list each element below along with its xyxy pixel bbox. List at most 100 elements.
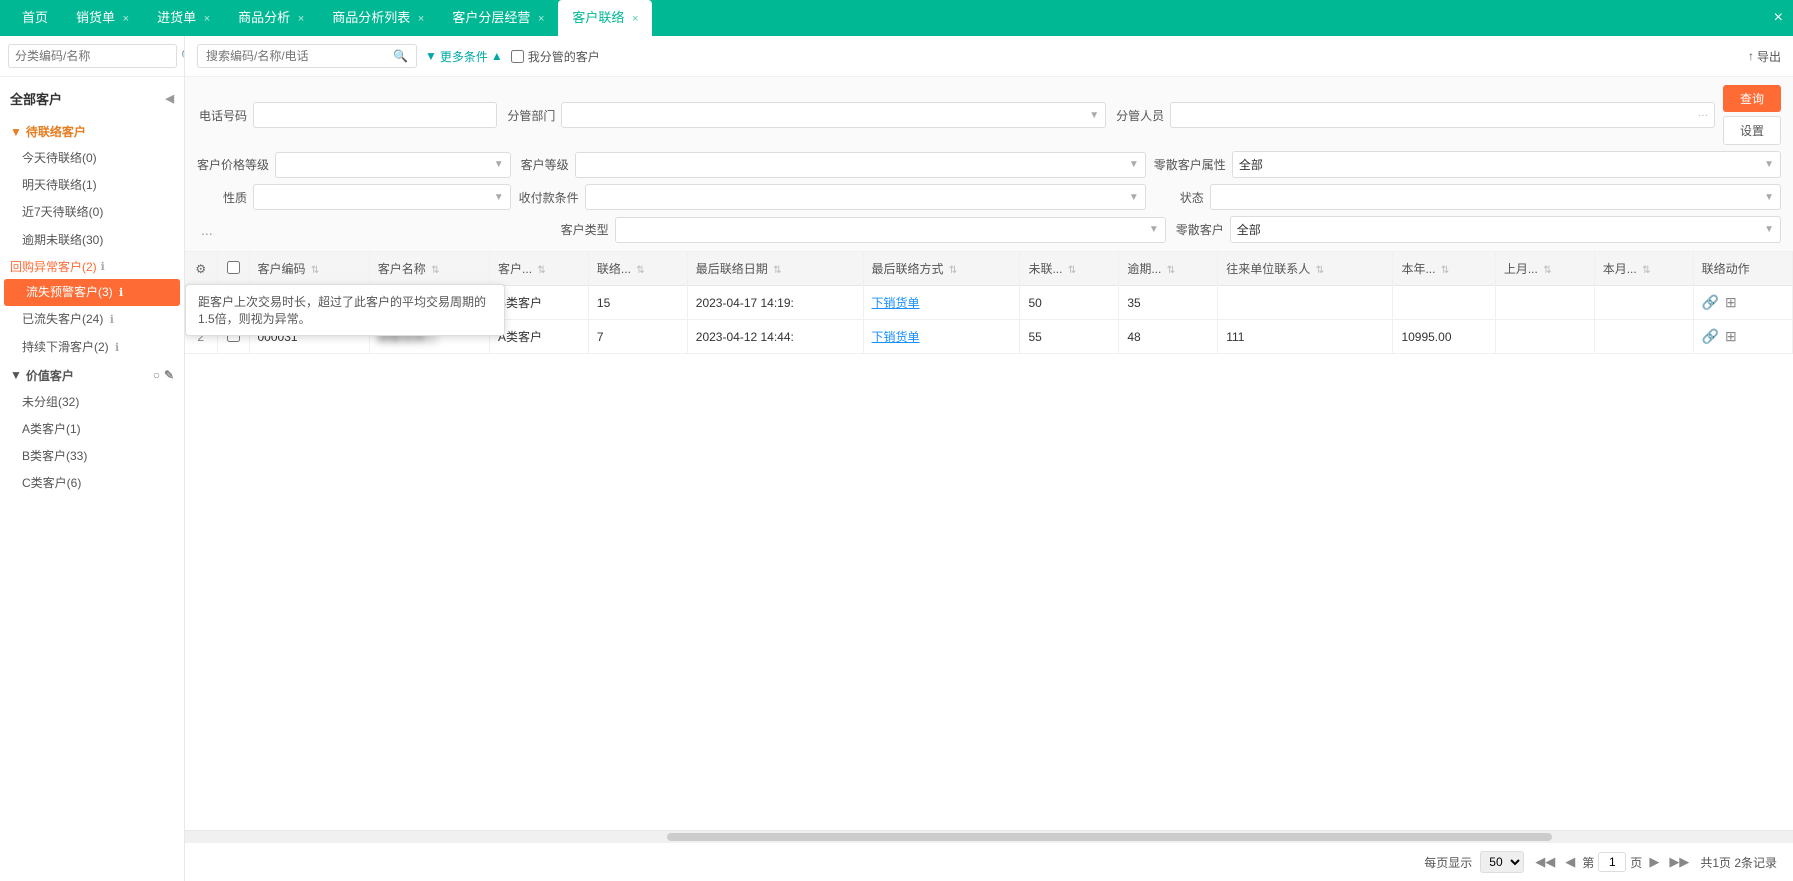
more-conditions-toggle[interactable]: ▼ 更多条件 ▲ [425,48,503,65]
customer-type-input[interactable]: ▼ [615,217,1166,243]
value-edit-icon[interactable]: ✎ [164,368,174,382]
search-input[interactable] [206,49,393,63]
gender-input[interactable]: ▼ [253,184,511,210]
per-page-select[interactable]: 50 [1480,851,1524,873]
sort-last-date-icon[interactable]: ⇅ [773,265,781,276]
select-all-checkbox[interactable] [227,261,240,274]
row-contact-count-2: 7 [588,320,687,354]
sidebar-item-lost-warning[interactable]: 流失预警客户(3) ℹ [4,279,180,307]
person-input[interactable]: ··· [1170,102,1715,128]
sidebar-item-class-a[interactable]: A类客户(1) [0,416,184,443]
dept-input[interactable]: ▼ [561,102,1106,128]
my-customer-checkbox[interactable] [511,50,524,63]
price-tier-label: 客户价格等级 [197,156,269,173]
table-container: ⚙ 客户编码 ⇅ 客户名称 ⇅ 客户... [185,252,1793,830]
close-customer-contact[interactable]: × [632,13,638,25]
row-this-month-2 [1594,320,1693,354]
settings-button[interactable]: 设置 [1723,116,1781,145]
tree-section-value-header[interactable]: ▼ 价值客户 ○ ✎ [0,362,184,389]
close-purchase[interactable]: × [204,13,210,25]
tree-section-pending-header[interactable]: ▼ 待联络客户 [0,118,184,145]
row-last-date-1: 2023-04-17 14:19: [687,286,863,320]
sort-last-month-icon[interactable]: ⇅ [1543,265,1551,276]
page-suffix-label: 页 [1630,854,1642,871]
tree-root-all-customers[interactable]: 全部客户 ◀ [0,83,184,114]
sidebar-item-lost[interactable]: 已流失客户(24) ℹ [0,306,184,334]
customer-tier-arrow: ▼ [1129,159,1139,170]
sort-last-method-icon[interactable]: ⇅ [949,265,957,276]
lost-icon: ℹ [110,314,114,326]
sort-overdue-icon[interactable]: ⇅ [1167,265,1175,276]
col-code: 客户编码 ⇅ [249,252,369,286]
sidebar-item-today[interactable]: 今天待联络(0) [0,145,184,172]
sidebar-item-class-c[interactable]: C类客户(6) [0,470,184,497]
close-sales[interactable]: × [123,13,129,25]
nav-item-purchase[interactable]: 进货单 × [143,0,224,36]
nav-home[interactable]: 首页 [8,0,62,36]
last-method-link-2[interactable]: 下销货单 [872,330,920,344]
payment-input[interactable]: ▼ [585,184,1146,210]
row-partner-2: 111 [1218,320,1393,354]
query-button[interactable]: 查询 [1723,85,1781,112]
sort-contact-icon[interactable]: ⇅ [636,265,644,276]
status-input[interactable]: ▼ [1210,184,1781,210]
scroll-thumb[interactable] [667,833,1551,841]
horizontal-scrollbar[interactable] [185,830,1793,842]
close-product-list[interactable]: × [418,13,424,25]
my-customer-checkbox-label[interactable]: 我分管的客户 [511,48,600,65]
pending-arrow: ▼ [10,125,22,139]
nav-item-customer-tier[interactable]: 客户分层经营 × [438,0,558,36]
col-checkbox-all[interactable] [217,252,249,286]
link-icon-1[interactable]: 🔗 [1702,294,1719,311]
tooltip-box: 距客户上次交易时长，超过了此客户的平均交易周期的1.5倍，则视为异常。 [185,284,505,336]
grid-icon-2[interactable]: ⊞ [1725,328,1737,345]
dots-button[interactable]: ... [201,222,213,238]
sidebar-item-repeat-buy[interactable]: 回购异常客户(2) ℹ [0,254,184,279]
sort-this-year-icon[interactable]: ⇅ [1441,265,1449,276]
nav-item-product-analysis[interactable]: 商品分析 × [224,0,318,36]
col-last-month: 上月... ⇅ [1495,252,1594,286]
sort-partner-icon[interactable]: ⇅ [1316,265,1324,276]
link-icon-2[interactable]: 🔗 [1702,328,1719,345]
retail-attr-input[interactable]: 全部 ▼ [1232,151,1781,178]
prev-page-btn[interactable]: ◀ [1562,854,1578,870]
sidebar-item-tomorrow[interactable]: 明天待联络(1) [0,172,184,199]
customer-tier-input[interactable]: ▼ [575,152,1146,178]
page-number-input[interactable] [1598,852,1626,872]
last-method-link-1[interactable]: 下销货单 [872,296,920,310]
close-product-analysis[interactable]: × [298,13,304,25]
row-overdue-2: 48 [1119,320,1218,354]
nav-item-customer-contact[interactable]: 客户联络 × [558,0,652,36]
top-nav: 首页 销货单 × 进货单 × 商品分析 × 商品分析列表 × 客户分层经营 × … [0,0,1793,36]
row-last-method-1[interactable]: 下销货单 [863,286,1020,320]
window-close-icon[interactable]: × [1774,9,1783,27]
row-overdue-1: 35 [1119,286,1218,320]
sidebar-item-declining[interactable]: 持续下滑客户(2) ℹ [0,334,184,362]
row-contact-count-1: 15 [588,286,687,320]
close-customer-tier[interactable]: × [538,13,544,25]
sidebar-item-overdue[interactable]: 逾期未联络(30) [0,227,184,254]
nav-item-sales[interactable]: 销货单 × [62,0,143,36]
sidebar-item-7days[interactable]: 近7天待联络(0) [0,199,184,226]
nav-item-product-list[interactable]: 商品分析列表 × [318,0,438,36]
retail-input[interactable]: 全部 ▼ [1230,216,1781,243]
sort-this-month-icon[interactable]: ⇅ [1642,265,1650,276]
first-page-btn[interactable]: ◀◀ [1532,854,1558,870]
sort-code-icon[interactable]: ⇅ [311,265,319,276]
repeat-buy-label: 回购异常客户(2) [10,258,97,275]
row-last-method-2[interactable]: 下销货单 [863,320,1020,354]
grid-icon-1[interactable]: ⊞ [1725,294,1737,311]
value-add-icon[interactable]: ○ [153,368,160,382]
sidebar-item-ungroup[interactable]: 未分组(32) [0,389,184,416]
col-settings-icon[interactable]: ⚙ [185,252,217,286]
last-page-btn[interactable]: ▶▶ [1666,854,1692,870]
sort-no-contact-icon[interactable]: ⇅ [1068,265,1076,276]
sidebar-search-input[interactable] [8,44,177,68]
next-page-btn[interactable]: ▶ [1646,854,1662,870]
sort-name-icon[interactable]: ⇅ [431,265,439,276]
export-button[interactable]: ↑ 导出 [1748,48,1781,65]
price-tier-input[interactable]: ▼ [275,152,511,178]
sort-type-icon[interactable]: ⇅ [537,265,545,276]
sidebar-item-class-b[interactable]: B类客户(33) [0,443,184,470]
phone-input[interactable] [253,102,497,128]
